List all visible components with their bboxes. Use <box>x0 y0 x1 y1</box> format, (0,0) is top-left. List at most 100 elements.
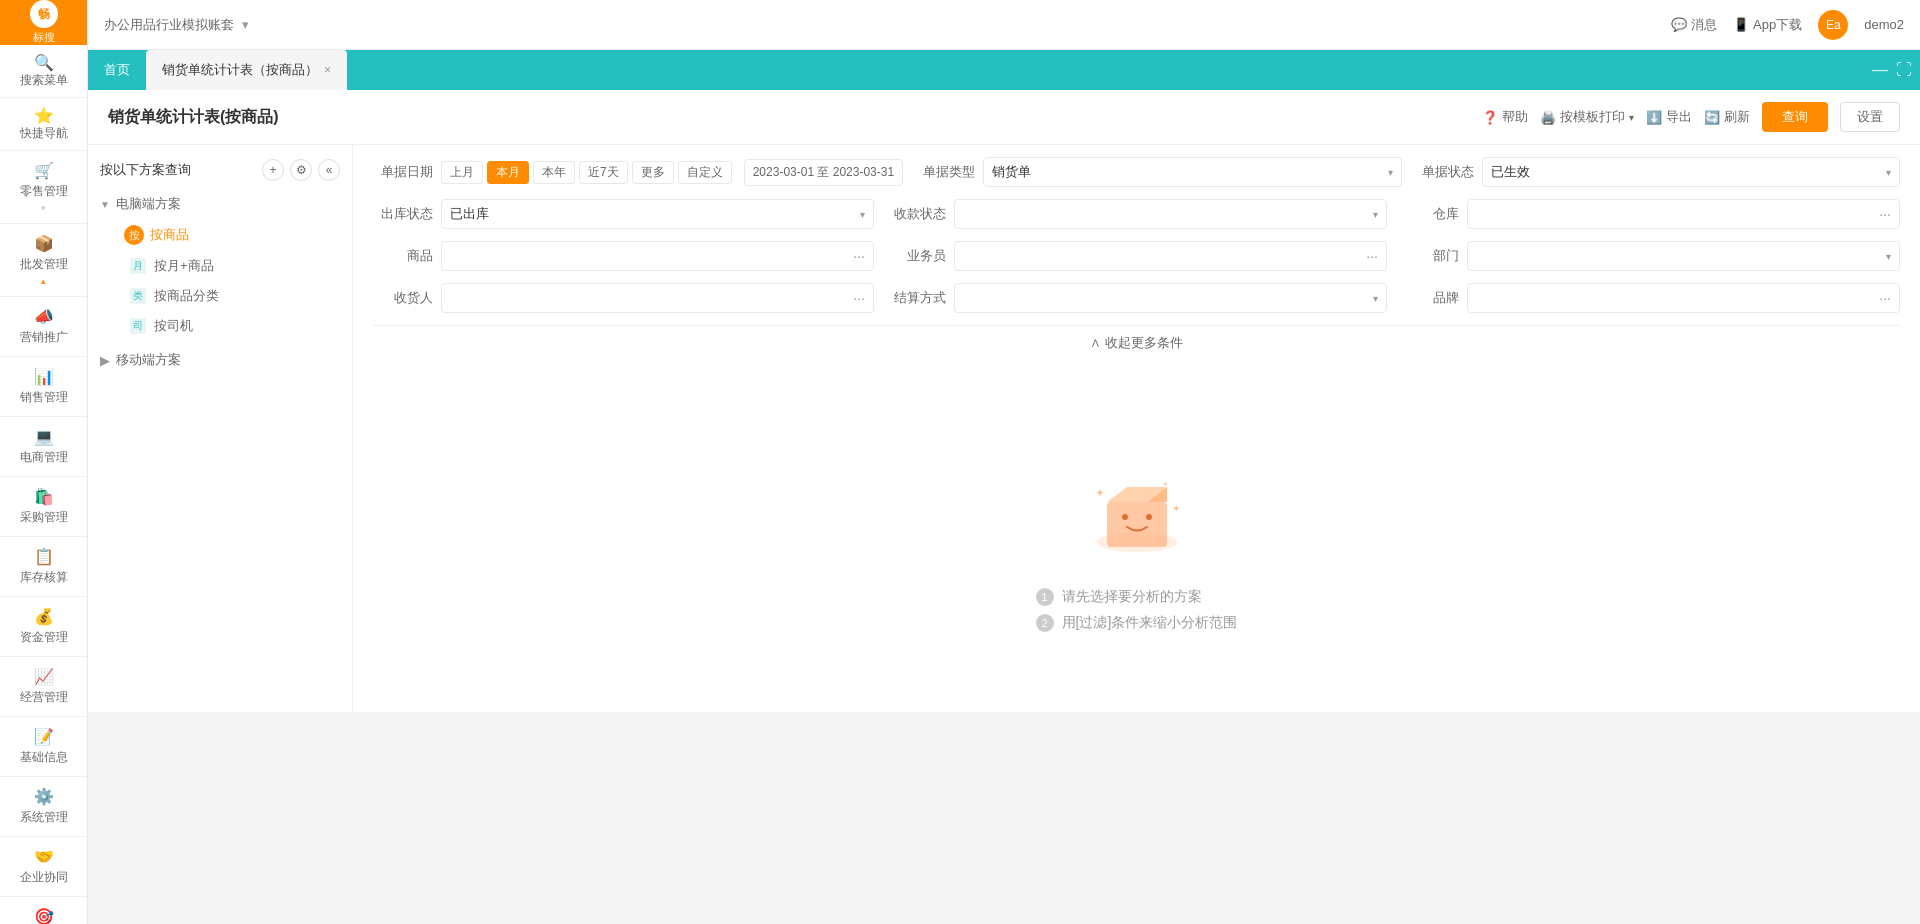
sidebar-item-enterprise[interactable]: 🤝 企业协同 <box>0 837 87 897</box>
sidebar-item-basicinfo[interactable]: 📝 基础信息 <box>0 717 87 777</box>
sidebar-item-ecom[interactable]: 💻 电商管理 <box>0 417 87 477</box>
sidebar-item-sales[interactable]: 📊 销售管理 <box>0 357 87 417</box>
sidebar-item-retail[interactable]: 🛒 零售管理 ▾ <box>0 151 87 224</box>
warehouse-control[interactable]: ··· <box>1467 199 1900 229</box>
department-control[interactable]: ▾ <box>1467 241 1900 271</box>
app-download-action[interactable]: 📱 App下载 <box>1733 16 1802 34</box>
brand-dots: ··· <box>1879 290 1891 306</box>
doc-status-control[interactable]: 已生效 ▾ <box>1482 157 1900 187</box>
tab-minimize-icon[interactable]: — <box>1872 61 1888 79</box>
consignee-field: 收货人 ··· <box>373 283 874 313</box>
brand-control[interactable]: ··· <box>1467 283 1900 313</box>
settings-button[interactable]: 设置 <box>1840 102 1900 132</box>
sidebar-item-search-menu[interactable]: 🔍 搜索菜单 <box>0 45 87 98</box>
department-field: 部门 ▾ <box>1399 241 1900 271</box>
consignee-control[interactable]: ··· <box>441 283 874 313</box>
salesperson-label: 业务员 <box>886 247 946 265</box>
recv-status-control[interactable]: ▾ <box>954 199 1387 229</box>
filter-row-1: 单据日期 上月 本月 本年 近7天 更多 自定义 <box>373 157 1900 187</box>
suite-dropdown-icon[interactable]: ▾ <box>242 17 249 32</box>
avatar-text: Ea <box>1826 18 1841 32</box>
collapse-button[interactable]: ∧ 收起更多条件 <box>373 325 1900 360</box>
date-this-year[interactable]: 本年 <box>533 161 575 184</box>
tab-home[interactable]: 首页 <box>88 50 146 90</box>
scheme-by-product[interactable]: 按 按商品 <box>88 219 352 251</box>
help-icon: ❓ <box>1482 110 1498 125</box>
query-button[interactable]: 查询 <box>1762 102 1828 132</box>
sidebar-item-operations[interactable]: 📈 经营管理 <box>0 657 87 717</box>
sidebar-item-wholesale[interactable]: 📦 批发管理 ▴ <box>0 224 87 297</box>
doc-status-field: 单据状态 已生效 ▾ <box>1414 157 1900 187</box>
date-last-7-days[interactable]: 近7天 <box>579 161 628 184</box>
tab-sales-stat[interactable]: 销货单统计计表（按商品） × <box>146 50 347 90</box>
svg-point-3 <box>1146 514 1152 520</box>
sidebar-item-quick-nav[interactable]: ⭐ 快捷导航 <box>0 98 87 151</box>
scheme-by-scanner[interactable]: 司 按司机 <box>88 311 352 341</box>
pc-group-title[interactable]: ▼ 电脑端方案 <box>88 189 352 219</box>
sidebar-item-finance[interactable]: 💰 资金管理 <box>0 597 87 657</box>
doc-type-arrow: ▾ <box>1388 167 1393 178</box>
user-name: demo2 <box>1864 17 1904 32</box>
svg-text:✦: ✦ <box>1095 486 1105 500</box>
date-field: 单据日期 上月 本月 本年 近7天 更多 自定义 <box>373 159 903 186</box>
user-avatar[interactable]: Ea <box>1818 10 1848 40</box>
scheme-settings-button[interactable]: ⚙ <box>290 159 312 181</box>
date-more[interactable]: 更多 <box>632 161 674 184</box>
out-status-arrow: ▾ <box>860 209 865 220</box>
inner-content: 销货单统计计表(按商品) ❓ 帮助 🖨️ 按模板打印 ▾ ⬇️ 导出 <box>88 90 1920 712</box>
add-scheme-button[interactable]: + <box>262 159 284 181</box>
filter-form-area: 单据日期 上月 本月 本年 近7天 更多 自定义 <box>353 145 1920 712</box>
consignee-label: 收货人 <box>373 289 433 307</box>
filter-row-4: 收货人 ··· 结算方式 ▾ <box>373 283 1900 313</box>
consignee-dots: ··· <box>853 290 865 306</box>
scheme-category-icon: 类 <box>130 288 146 304</box>
sidebar-item-marketing[interactable]: 📣 营销推广 <box>0 297 87 357</box>
print-button[interactable]: 🖨️ 按模板打印 ▾ <box>1540 108 1634 126</box>
date-last-month[interactable]: 上月 <box>441 161 483 184</box>
app-logo[interactable]: 畅 标搜 <box>0 0 87 45</box>
date-this-month[interactable]: 本月 <box>487 161 529 184</box>
sidebar-item-purchase[interactable]: 🛍️ 采购管理 <box>0 477 87 537</box>
scheme-scanner-icon: 司 <box>130 318 146 334</box>
tabbar-actions: — ⛶ <box>1872 61 1920 79</box>
export-button[interactable]: ⬇️ 导出 <box>1646 108 1692 126</box>
empty-hint-2: 2 用[过滤]条件来缩小分析范围 <box>1036 614 1238 632</box>
payment-field: 结算方式 ▾ <box>886 283 1387 313</box>
hint-num-1: 1 <box>1036 588 1054 606</box>
recv-status-arrow: ▾ <box>1373 209 1378 220</box>
scheme-collapse-button[interactable]: « <box>318 159 340 181</box>
product-control[interactable]: ··· <box>441 241 874 271</box>
salesperson-control[interactable]: ··· <box>954 241 1387 271</box>
page-header: 销货单统计计表(按商品) ❓ 帮助 🖨️ 按模板打印 ▾ ⬇️ 导出 <box>88 90 1920 145</box>
mobile-group-title[interactable]: ▶ 移动端方案 <box>88 345 352 375</box>
out-status-field: 出库状态 已出库 ▾ <box>373 199 874 229</box>
recv-status-label: 收款状态 <box>886 205 946 223</box>
refresh-icon: 🔄 <box>1704 110 1720 125</box>
sidebar-item-guide[interactable]: 🎯 新手引导 <box>0 897 87 924</box>
doc-status-arrow: ▾ <box>1886 167 1891 178</box>
refresh-button[interactable]: 🔄 刷新 <box>1704 108 1750 126</box>
tab-home-label: 首页 <box>104 61 130 79</box>
message-action[interactable]: 💬 消息 <box>1671 16 1717 34</box>
topbar-right: 💬 消息 📱 App下载 Ea demo2 <box>1671 10 1904 40</box>
date-custom[interactable]: 自定义 <box>678 161 732 184</box>
scheme-product-icon: 按 <box>124 225 144 245</box>
filter-sidebar: 按以下方案查询 + ⚙ « ▼ <box>88 145 353 712</box>
out-status-control[interactable]: 已出库 ▾ <box>441 199 874 229</box>
payment-arrow: ▾ <box>1373 293 1378 304</box>
date-range-input[interactable]: 2023-03-01 至 2023-03-31 <box>744 159 903 186</box>
scheme-by-category[interactable]: 类 按商品分类 <box>88 281 352 311</box>
topbar: 办公用品行业模拟账套 ▾ 💬 消息 📱 App下载 Ea demo2 <box>88 0 1920 50</box>
mobile-icon: 📱 <box>1733 17 1749 32</box>
sidebar-item-inventory[interactable]: 📋 库存核算 <box>0 537 87 597</box>
doc-type-control[interactable]: 销货单 ▾ <box>983 157 1401 187</box>
svg-text:✦: ✦ <box>1162 480 1169 489</box>
payment-control[interactable]: ▾ <box>954 283 1387 313</box>
svg-point-2 <box>1122 514 1128 520</box>
scheme-by-month-product[interactable]: 月 按月+商品 <box>88 251 352 281</box>
help-button[interactable]: ❓ 帮助 <box>1482 108 1528 126</box>
filter-form: 单据日期 上月 本月 本年 近7天 更多 自定义 <box>353 145 1920 372</box>
sidebar-item-sysmgmt[interactable]: ⚙️ 系统管理 <box>0 777 87 837</box>
tab-close-icon[interactable]: × <box>324 63 331 77</box>
tab-maximize-icon[interactable]: ⛶ <box>1896 61 1912 79</box>
